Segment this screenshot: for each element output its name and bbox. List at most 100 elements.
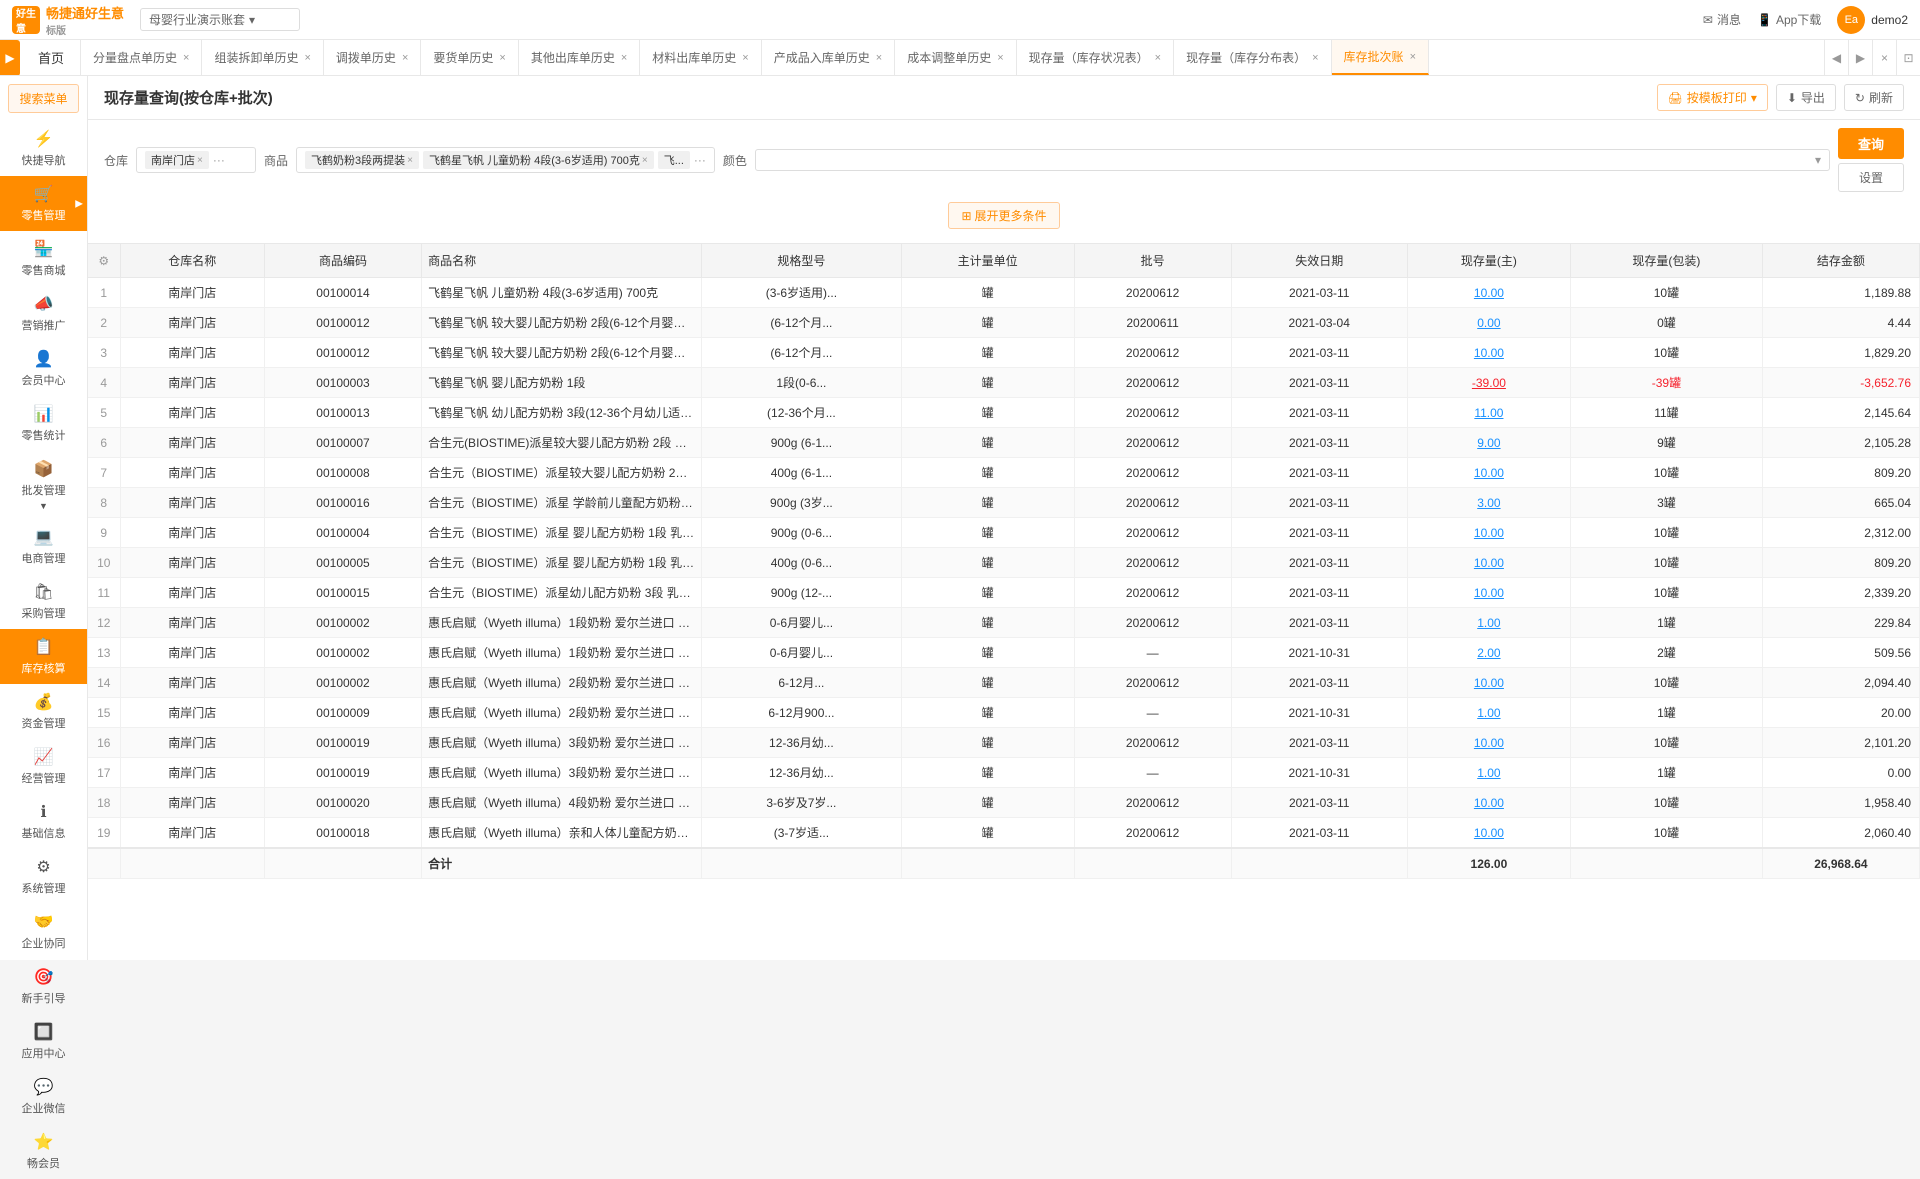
tab-arrow-right[interactable]: ▶ [1848,40,1872,76]
sidebar-item-retail-stat[interactable]: 📊 零售统计 [0,396,87,451]
tab-9[interactable]: 现存量（库存分布表）× [1174,40,1331,75]
row-qty-main[interactable]: 10.00 [1407,548,1570,578]
sidebar-item-finance[interactable]: 💰 资金管理 [0,684,87,739]
row-qty-main[interactable]: 10.00 [1407,578,1570,608]
app-download-btn[interactable]: 📱 App下载 [1757,11,1821,28]
tab-7[interactable]: 成本调整单历史× [895,40,1016,75]
tab-close-current[interactable]: × [1872,40,1896,76]
row-qty-main[interactable]: 10.00 [1407,338,1570,368]
sidebar-item-inventory[interactable]: 📋 库存核算 [0,629,87,684]
print-btn[interactable]: 🖨 按模板打印 ▾ [1657,84,1768,111]
row-batch: 20200612 [1074,278,1231,308]
tab-close-0[interactable]: × [183,52,189,64]
row-qty-main[interactable]: 1.00 [1407,698,1570,728]
tab-menu[interactable]: ⊡ [1896,40,1920,76]
tab-0[interactable]: 分量盘点单历史× [81,40,202,75]
tab-close-2[interactable]: × [402,52,408,64]
sidebar-item-system[interactable]: ⚙ 系统管理 [0,849,87,904]
wechat-icon: 💬 [34,1077,54,1097]
sidebar-item-member[interactable]: 👤 会员中心 [0,341,87,396]
message-btn[interactable]: ✉ 消息 [1703,11,1741,28]
row-num: 3 [88,338,120,368]
expand-row: ⊞ 展开更多条件 [104,196,1904,235]
tab-3[interactable]: 要货单历史× [421,40,518,75]
row-amount: 0.00 [1762,758,1919,788]
row-qty-main[interactable]: 10.00 [1407,518,1570,548]
row-qty-main[interactable]: 2.00 [1407,638,1570,668]
tab-close-1[interactable]: × [304,52,310,64]
filter-setting-btn[interactable]: 设置 [1838,163,1904,192]
search-menu-btn[interactable]: 搜索菜单 [8,84,79,113]
row-name: 合生元（BIOSTIME）派星 婴儿配方奶粉 1段 乳铁蛋白的... [422,518,702,548]
tab-arrows: ◀ ▶ × ⊡ [1824,40,1920,76]
tab-1[interactable]: 组装拆卸单历史× [202,40,323,75]
tab-4[interactable]: 其他出库单历史× [519,40,640,75]
sidebar-item-retail[interactable]: 🛒 零售管理 ▶ [0,176,87,231]
tab-close-5[interactable]: × [742,52,748,64]
tab-close-4[interactable]: × [621,52,627,64]
color-filter-group[interactable]: ▾ [755,149,1830,171]
sidebar-item-operation[interactable]: 📈 经营管理 [0,739,87,794]
sidebar-label-basic: 基础信息 [22,825,66,841]
tab-2[interactable]: 调拨单历史× [324,40,421,75]
tab-arrow-left[interactable]: ◀ [1824,40,1848,76]
tab-5[interactable]: 材料出库单历史× [640,40,761,75]
tab-close-6[interactable]: × [876,52,882,64]
row-qty-main[interactable]: 3.00 [1407,488,1570,518]
sidebar-item-mall[interactable]: 🏪 零售商城 [0,231,87,286]
tab-8[interactable]: 现存量（库存状况表）× [1017,40,1174,75]
row-qty-main[interactable]: 10.00 [1407,788,1570,818]
tab-close-10[interactable]: × [1410,51,1416,63]
row-qty-main[interactable]: 0.00 [1407,308,1570,338]
row-qty-main[interactable]: -39.00 [1407,368,1570,398]
row-code: 00100002 [264,638,421,668]
sidebar-item-quicknav[interactable]: ⚡ 快捷导航 [0,121,87,176]
row-qty-main[interactable]: 10.00 [1407,458,1570,488]
row-qty-main[interactable]: 10.00 [1407,728,1570,758]
sidebar-item-ecommerce[interactable]: 💻 电商管理 [0,519,87,574]
settings-icon[interactable]: ⚙ [98,254,109,268]
row-batch: 20200612 [1074,458,1231,488]
sidebar-item-wechat[interactable]: 💬 企业微信 [0,1069,87,1124]
sidebar-item-purchase[interactable]: 🛍 采购管理 [0,574,87,629]
col-settings[interactable]: ⚙ [88,244,120,278]
warehouse-more-btn[interactable]: ··· [213,153,225,167]
warehouse-filter-group[interactable]: 南岸门店 × ··· [136,147,256,173]
row-qty-main[interactable]: 10.00 [1407,278,1570,308]
row-qty-main[interactable]: 1.00 [1407,608,1570,638]
sidebar-label-ecommerce: 电商管理 [22,550,66,566]
expand-conditions-btn[interactable]: ⊞ 展开更多条件 [948,202,1059,229]
tab-close-3[interactable]: × [499,52,505,64]
sidebar-item-basic[interactable]: ℹ 基础信息 [0,794,87,849]
sidebar-item-guide[interactable]: 🎯 新手引导 [0,959,87,1014]
tab-expand-left[interactable]: ▶ [0,40,20,76]
export-btn[interactable]: ⬇ 导出 [1776,84,1836,111]
sidebar-item-appstore[interactable]: 🔲 应用中心 [0,1014,87,1069]
sidebar-item-collab[interactable]: 🤝 企业协同 [0,904,87,959]
tab-home[interactable]: 首页 [22,40,81,75]
tab-close-8[interactable]: × [1155,52,1161,64]
row-qty-main[interactable]: 9.00 [1407,428,1570,458]
sidebar-item-vip[interactable]: ⭐ 畅会员 [0,1124,87,1179]
goods-filter-group[interactable]: 飞鹤奶粉3段两提装 × 飞鹤星飞帆 儿童奶粉 4段(3-6岁适用) 700克 ×… [296,147,715,173]
warehouse-tag-close[interactable]: × [197,155,203,166]
row-qty-main[interactable]: 1.00 [1407,758,1570,788]
refresh-btn[interactable]: ↻ 刷新 [1844,84,1904,111]
tab-close-9[interactable]: × [1312,52,1318,64]
sidebar-item-wholesale[interactable]: 📦 批发管理 ▼ [0,451,87,519]
goods-tag-0-close[interactable]: × [407,155,413,166]
row-qty-main[interactable]: 11.00 [1407,398,1570,428]
tab-10[interactable]: 库存批次账× [1332,40,1429,75]
row-qty-main[interactable]: 10.00 [1407,668,1570,698]
row-amount: 2,312.00 [1762,518,1919,548]
goods-tag-1-close[interactable]: × [642,155,648,166]
search-query-btn[interactable]: 查询 [1838,128,1904,159]
row-qty-main[interactable]: 10.00 [1407,818,1570,849]
sidebar-item-marketing[interactable]: 📣 营销推广 [0,286,87,341]
row-batch: 20200612 [1074,518,1231,548]
tab-6[interactable]: 产成品入库单历史× [762,40,895,75]
workspace-select[interactable]: 母婴行业演示账套 ▾ [140,8,300,31]
goods-more-btn[interactable]: ··· [694,153,706,167]
color-dropdown-arrow[interactable]: ▾ [1815,153,1821,167]
tab-close-7[interactable]: × [997,52,1003,64]
